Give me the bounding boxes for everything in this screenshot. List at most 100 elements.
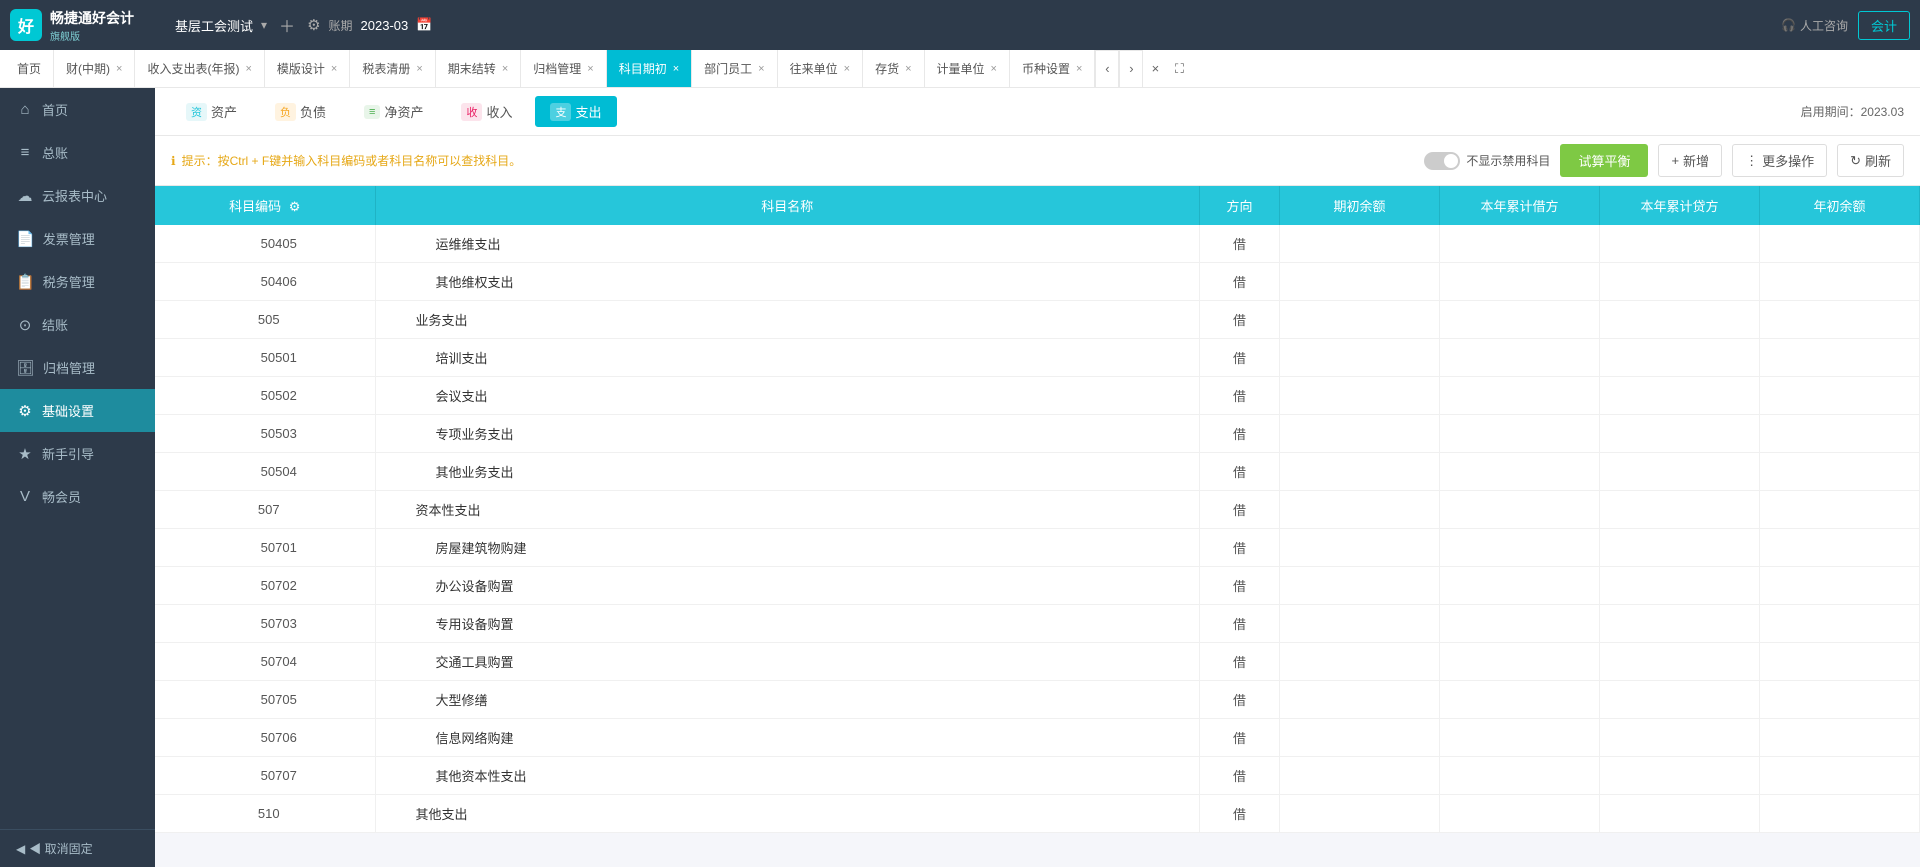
tab-bar: 首页 财(中期) × 收入支出表(年报) × 模版设计 × 税表清册 × 期末结…	[0, 50, 1920, 88]
table-row[interactable]: 50701 房屋建筑物购建 借	[155, 529, 1920, 567]
tab-template-close[interactable]: ×	[331, 63, 337, 75]
sidebar-collapse-button[interactable]: ◀ ◀ 取消固定	[0, 829, 155, 867]
tab-unit[interactable]: 计量单位 ×	[925, 50, 1010, 88]
tab-currency-label: 币种设置	[1022, 60, 1070, 77]
table-row[interactable]: 505 业务支出 借	[155, 301, 1920, 339]
tab-next-button[interactable]: ›	[1119, 50, 1143, 88]
tab-income-report[interactable]: 收入支出表(年报) ×	[135, 50, 264, 88]
tab-currency[interactable]: 币种设置 ×	[1010, 50, 1095, 88]
tab-dept-staff[interactable]: 部门员工 ×	[692, 50, 777, 88]
tab-prev-button[interactable]: ‹	[1095, 50, 1119, 88]
cell-cred	[1600, 567, 1760, 605]
sidebar-guide-label: 新手引导	[42, 444, 94, 463]
tab-dept-staff-close[interactable]: ×	[758, 63, 764, 75]
sidebar-item-guide[interactable]: ★ 新手引导	[0, 432, 155, 475]
cell-name: 办公设备购置	[375, 567, 1200, 605]
add-company-button[interactable]: ＋	[279, 13, 295, 37]
sidebar-item-settle[interactable]: ⊙ 结账	[0, 303, 155, 346]
tab-currency-close[interactable]: ×	[1076, 63, 1082, 75]
tab-home[interactable]: 首页	[5, 50, 54, 88]
sidebar-item-tax[interactable]: 📋 税务管理	[0, 260, 155, 303]
cell-name: 交通工具购置	[375, 643, 1200, 681]
help-button[interactable]: 🎧 人工咨询	[1781, 17, 1848, 34]
cell-dir: 借	[1200, 339, 1280, 377]
table-row[interactable]: 50704 交通工具购置 借	[155, 643, 1920, 681]
cell-deb	[1440, 605, 1600, 643]
table-row[interactable]: 510 其他支出 借	[155, 795, 1920, 833]
account-button[interactable]: 会计	[1858, 11, 1910, 40]
tab-finance-mid-close[interactable]: ×	[116, 63, 122, 75]
sidebar-item-basic[interactable]: ⚙ 基础设置	[0, 389, 155, 432]
sub-tab-income[interactable]: 收 收入	[446, 96, 527, 127]
cell-init	[1760, 681, 1920, 719]
tab-tax-close[interactable]: ×	[416, 63, 422, 75]
sidebar-item-invoice[interactable]: 📄 发票管理	[0, 217, 155, 260]
table-row[interactable]: 50501 培训支出 借	[155, 339, 1920, 377]
company-dropdown-icon[interactable]: ▾	[261, 18, 267, 32]
cell-init	[1760, 301, 1920, 339]
tab-income-report-close[interactable]: ×	[245, 63, 251, 75]
tab-period-end[interactable]: 期末结转 ×	[436, 50, 521, 88]
sub-tab-expense[interactable]: 支 支出	[535, 96, 616, 127]
tab-income-report-label: 收入支出表(年报)	[147, 60, 239, 77]
table-row[interactable]: 50706 信息网络购建 借	[155, 719, 1920, 757]
tab-unit-close[interactable]: ×	[991, 63, 997, 75]
tab-archive-label: 归档管理	[533, 60, 581, 77]
sub-tab-asset-label: 资产	[211, 102, 237, 121]
tab-archive-close[interactable]: ×	[587, 63, 593, 75]
notice-icon: ℹ	[171, 154, 176, 168]
sub-tab-asset[interactable]: 资 资产	[171, 96, 252, 127]
table-row[interactable]: 50503 专项业务支出 借	[155, 415, 1920, 453]
tab-archive[interactable]: 归档管理 ×	[521, 50, 606, 88]
sidebar-item-reports[interactable]: ☁ 云报表中心	[0, 174, 155, 217]
balance-button[interactable]: 试算平衡	[1560, 144, 1648, 177]
sidebar-archive-label: 归档管理	[43, 358, 95, 377]
refresh-button[interactable]: ↻ 刷新	[1837, 144, 1904, 177]
header-middle: 基层工会测试 ▾ ＋ ⚙ 账期 2023-03 📅	[165, 13, 1781, 37]
tab-tax[interactable]: 税表清册 ×	[350, 50, 435, 88]
more-button[interactable]: ⋮ 更多操作	[1732, 144, 1827, 177]
settings-icon[interactable]: ⚙	[307, 16, 320, 34]
add-button[interactable]: + 新增	[1658, 144, 1722, 177]
ledger-icon: ≡	[16, 144, 34, 161]
table-row[interactable]: 50502 会议支出 借	[155, 377, 1920, 415]
sub-tab-liability[interactable]: 负 负债	[260, 96, 341, 127]
sidebar-item-home[interactable]: ⌂ 首页	[0, 88, 155, 131]
sidebar-item-archive[interactable]: 🗄 归档管理	[0, 346, 155, 389]
tab-finance-mid[interactable]: 财(中期) ×	[54, 50, 135, 88]
tab-inventory[interactable]: 存货 ×	[863, 50, 924, 88]
table-row[interactable]: 50504 其他业务支出 借	[155, 453, 1920, 491]
sidebar-item-ledger[interactable]: ≡ 总账	[0, 131, 155, 174]
table-row[interactable]: 50702 办公设备购置 借	[155, 567, 1920, 605]
cell-bal	[1280, 757, 1440, 795]
tab-subject-init-close[interactable]: ×	[673, 63, 679, 75]
table-row[interactable]: 50703 专用设备购置 借	[155, 605, 1920, 643]
table-row[interactable]: 50707 其他资本性支出 借	[155, 757, 1920, 795]
tab-subject-init[interactable]: 科目期初 ×	[607, 50, 692, 88]
cell-code: 507	[155, 491, 375, 529]
cell-cred	[1600, 795, 1760, 833]
cell-dir: 借	[1200, 263, 1280, 301]
table-row[interactable]: 50405 运维维支出 借	[155, 225, 1920, 263]
table-row[interactable]: 507 资本性支出 借	[155, 491, 1920, 529]
tab-period-end-close[interactable]: ×	[502, 63, 508, 75]
tab-close-all-button[interactable]: ×	[1143, 50, 1167, 88]
tab-expand-button[interactable]: ⛶	[1167, 50, 1191, 88]
tab-contacts[interactable]: 往来单位 ×	[778, 50, 863, 88]
cell-name: 业务支出	[375, 301, 1200, 339]
tab-template[interactable]: 模版设计 ×	[265, 50, 350, 88]
toggle-disabled-accounts[interactable]	[1424, 152, 1460, 170]
table-row[interactable]: 50705 大型修缮 借	[155, 681, 1920, 719]
table-row[interactable]: 50406 其他维权支出 借	[155, 263, 1920, 301]
more-icon: ⋮	[1745, 153, 1758, 169]
cell-code: 50707	[155, 757, 375, 795]
column-settings-icon[interactable]: ⚙	[289, 199, 301, 214]
asset-badge: 资	[186, 103, 207, 121]
cell-name: 大型修缮	[375, 681, 1200, 719]
cell-deb	[1440, 491, 1600, 529]
tab-inventory-close[interactable]: ×	[905, 63, 911, 75]
calendar-icon[interactable]: 📅	[416, 17, 432, 33]
sidebar-item-member[interactable]: V 畅会员	[0, 475, 155, 518]
sub-tab-equity[interactable]: ≡ 净资产	[349, 96, 438, 127]
tab-contacts-close[interactable]: ×	[844, 63, 850, 75]
